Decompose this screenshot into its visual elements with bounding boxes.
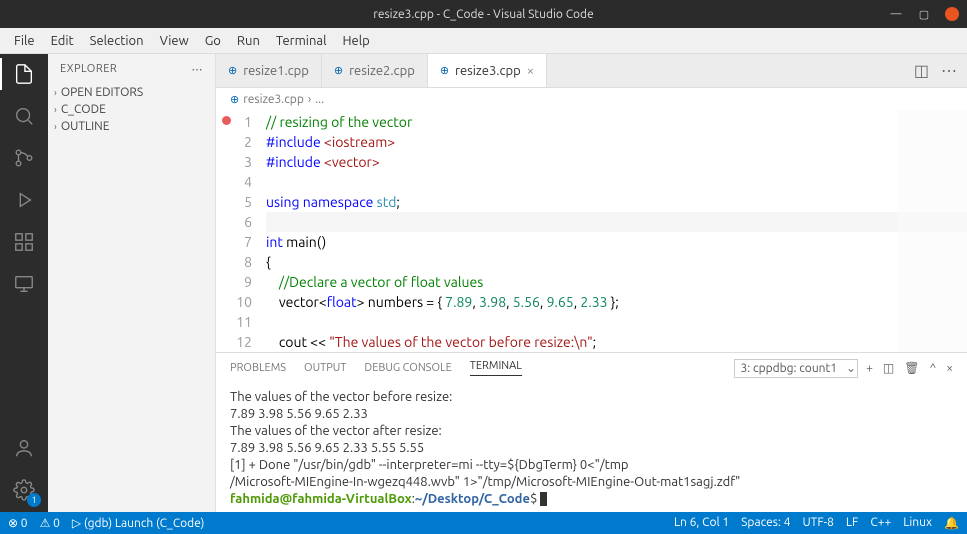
panel: PROBLEMS OUTPUT DEBUG CONSOLE TERMINAL 3: c… xyxy=(216,352,967,512)
terminal-line: [1] + Done "/usr/bin/gdb" --interpreter=… xyxy=(230,457,953,474)
trash-icon[interactable]: 🗑 xyxy=(904,361,919,375)
chevron-right-icon: › xyxy=(308,93,311,106)
status-warnings[interactable]: ⚠ 0 xyxy=(40,516,60,530)
menu-edit[interactable]: Edit xyxy=(43,34,82,48)
new-terminal-icon[interactable]: + xyxy=(866,362,873,375)
window-title: resize3.cpp - C_Code - Visual Studio Cod… xyxy=(373,8,593,21)
tab-resize2-cpp[interactable]: ⊕ resize2.cpp xyxy=(322,54,428,87)
tab-resize1-cpp[interactable]: ⊕ resize1.cpp xyxy=(216,54,322,87)
chevron-right-icon: › xyxy=(54,104,57,115)
menubar: FileEditSelectionViewGoRunTerminalHelp xyxy=(0,28,967,54)
panel-tab-debug-console[interactable]: DEBUG CONSOLE xyxy=(364,362,451,374)
breadcrumb[interactable]: ⊕ resize3.cpp › ... xyxy=(216,88,967,110)
account-icon[interactable] xyxy=(12,436,36,460)
tab-bar: ⊕resize1.cpp⊕resize2.cpp⊕resize3.cpp× ◫ … xyxy=(216,54,967,88)
terminal-selector[interactable]: 3: cppdbg: count1 xyxy=(734,359,858,378)
status-encoding[interactable]: UTF-8 xyxy=(802,516,833,530)
close-icon[interactable] xyxy=(945,7,959,21)
tab-resize3-cpp[interactable]: ⊕ resize3.cpp × xyxy=(428,54,547,87)
menu-file[interactable]: File xyxy=(6,34,43,48)
sidebar-section-open-editors[interactable]: › OPEN EDITORS xyxy=(48,84,215,101)
status-bell-icon[interactable]: 🔔 xyxy=(944,516,959,530)
menu-help[interactable]: Help xyxy=(334,34,377,48)
terminal-line: /Microsoft-MIEngine-In-wgezq448.wvb" 1>"… xyxy=(230,474,953,491)
menu-view[interactable]: View xyxy=(152,34,197,48)
tab-label: resize2.cpp xyxy=(349,64,415,78)
panel-up-icon[interactable]: ^ xyxy=(929,362,936,375)
status-os[interactable]: Linux xyxy=(903,516,932,530)
breadcrumb-file: resize3.cpp xyxy=(243,93,304,106)
cpp-file-icon: ⊕ xyxy=(334,64,343,77)
menu-go[interactable]: Go xyxy=(197,34,229,48)
status-launch[interactable]: ▷ (gdb) Launch (C_Code) xyxy=(72,516,205,530)
chevron-right-icon: › xyxy=(54,121,57,132)
activity-bar: 1 xyxy=(0,54,48,512)
settings-badge: 1 xyxy=(27,493,41,507)
extensions-icon[interactable] xyxy=(12,230,36,254)
terminal-line: 7.89 3.98 5.56 9.65 2.33 5.55 5.55 xyxy=(230,440,953,457)
source-control-icon[interactable] xyxy=(12,146,36,170)
status-lang[interactable]: C++ xyxy=(870,516,891,530)
cpp-file-icon: ⊕ xyxy=(440,64,449,77)
minimize-icon[interactable]: — xyxy=(889,7,903,21)
panel-close-icon[interactable]: × xyxy=(946,362,953,375)
cpp-file-icon: ⊕ xyxy=(228,64,237,77)
status-errors[interactable]: ⊗ 0 xyxy=(8,516,28,530)
sidebar-section-outline[interactable]: › OUTLINE xyxy=(48,118,215,135)
menu-run[interactable]: Run xyxy=(229,34,268,48)
maximize-icon[interactable]: ▢ xyxy=(917,7,931,21)
menu-selection[interactable]: Selection xyxy=(82,34,152,48)
status-bar: ⊗ 0 ⚠ 0 ▷ (gdb) Launch (C_Code) Ln 6, Co… xyxy=(0,512,967,534)
panel-tab-output[interactable]: OUTPUT xyxy=(304,362,346,374)
sidebar-title: EXPLORER xyxy=(60,63,117,75)
file-icon: ⊕ xyxy=(230,93,239,106)
titlebar: resize3.cpp - C_Code - Visual Studio Cod… xyxy=(0,0,967,28)
minimap[interactable] xyxy=(897,110,967,352)
terminal-output[interactable]: The values of the vector before resize:7… xyxy=(216,383,967,512)
search-icon[interactable] xyxy=(12,104,36,128)
terminal-line: The values of the vector before resize: xyxy=(230,389,953,406)
code-content[interactable]: // resizing of the vector#include <iostr… xyxy=(266,110,967,352)
editor[interactable]: 123456789101112 // resizing of the vecto… xyxy=(216,110,967,352)
breadcrumb-rest: ... xyxy=(315,93,324,106)
tab-more-icon[interactable]: ⋯ xyxy=(941,61,957,80)
sidebar-more-icon[interactable]: ⋯ xyxy=(192,63,204,76)
close-tab-icon[interactable]: × xyxy=(527,64,534,78)
chevron-right-icon: › xyxy=(54,87,57,98)
split-terminal-icon[interactable]: ◫ xyxy=(883,361,894,375)
split-editor-icon[interactable]: ◫ xyxy=(914,61,929,80)
chevron-down-icon[interactable]: ⌄ xyxy=(846,361,856,375)
tab-label: resize3.cpp xyxy=(455,64,521,78)
status-spaces[interactable]: Spaces: 4 xyxy=(741,516,790,530)
line-gutter: 123456789101112 xyxy=(216,110,266,352)
terminal-line: The values of the vector after resize: xyxy=(230,423,953,440)
menu-terminal[interactable]: Terminal xyxy=(268,34,335,48)
explorer-icon[interactable] xyxy=(12,62,36,86)
panel-tab-problems[interactable]: PROBLEMS xyxy=(230,362,286,374)
run-debug-icon[interactable] xyxy=(12,188,36,212)
tab-label: resize1.cpp xyxy=(243,64,309,78)
terminal-line: fahmida@fahmida-VirtualBox:~/Desktop/C_C… xyxy=(230,491,953,508)
sidebar: EXPLORER ⋯ › OPEN EDITORS› C_CODE› OUTLI… xyxy=(48,54,216,512)
breakpoint-icon[interactable] xyxy=(222,116,231,125)
settings-gear-icon[interactable]: 1 xyxy=(12,478,36,502)
terminal-line: 7.89 3.98 5.56 9.65 2.33 xyxy=(230,406,953,423)
panel-tabs: PROBLEMS OUTPUT DEBUG CONSOLE TERMINAL 3: c… xyxy=(216,353,967,383)
panel-tab-terminal[interactable]: TERMINAL xyxy=(470,360,522,376)
sidebar-section-c_code[interactable]: › C_CODE xyxy=(48,101,215,118)
status-position[interactable]: Ln 6, Col 1 xyxy=(674,516,729,530)
remote-icon[interactable] xyxy=(12,272,36,296)
status-eol[interactable]: LF xyxy=(846,516,858,530)
